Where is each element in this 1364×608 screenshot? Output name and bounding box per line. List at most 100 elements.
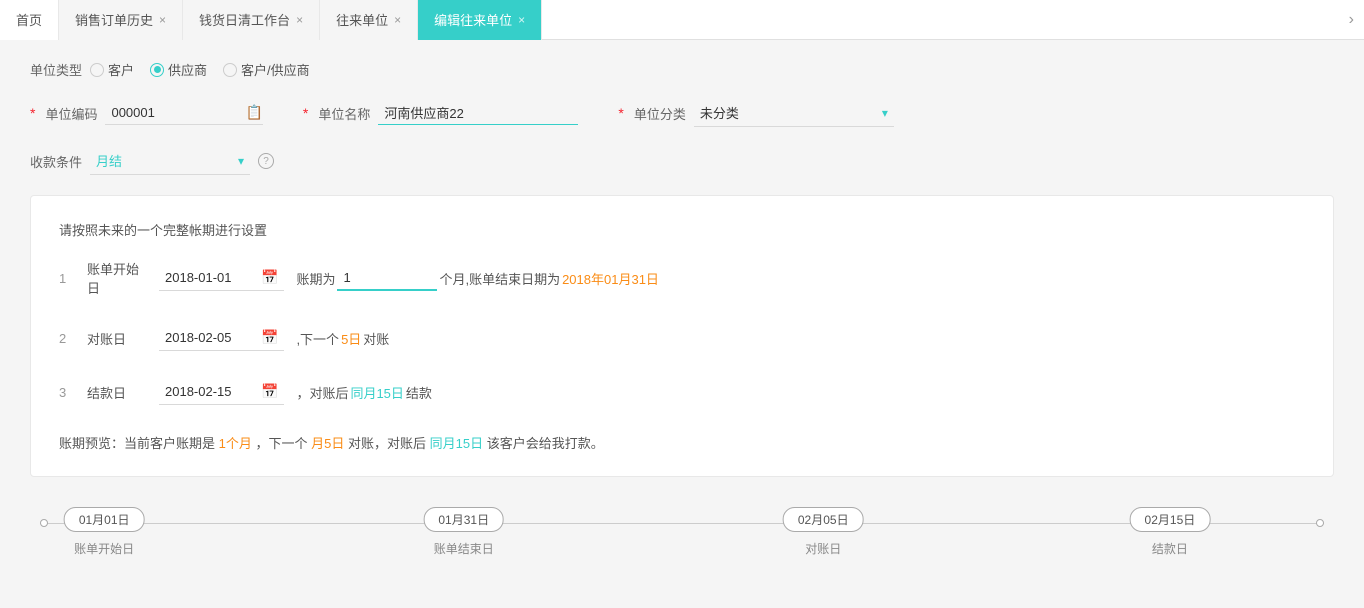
row-desc-2: ,下一个 5日 对账 (296, 329, 389, 348)
copy-icon[interactable]: 📋 (245, 104, 262, 121)
unit-type-group: 单位类型 客户 供应商 客户/供应商 (30, 60, 310, 79)
tab-partners-label: 往来单位 (336, 10, 388, 29)
tab-daily-work-close[interactable]: × (296, 14, 303, 26)
payment-date-input-wrap: 📅 (159, 379, 284, 405)
start-date-input[interactable] (165, 270, 255, 285)
radio-customer-circle (90, 63, 104, 77)
payment-help-icon[interactable]: ? (258, 153, 274, 169)
tab-sales-history-close[interactable]: × (159, 14, 166, 26)
timeline-track: 01月01日 账单开始日 01月31日 账单结束日 02月05日 对账日 02月… (40, 507, 1324, 567)
unit-info-row: * 单位编码 📋 * 单位名称 * 单位分类 未分类 ▾ (30, 99, 1334, 127)
unit-code-star: * (30, 105, 35, 121)
unit-category-select[interactable]: 未分类 ▾ (694, 99, 894, 127)
row-desc-1: 账期为 个月,账单结束日期为 2018年01月31日 (296, 266, 658, 291)
radio-both-label: 客户/供应商 (241, 60, 310, 79)
node-pill-3: 02月05日 (783, 507, 864, 532)
tab-edit-partner-label: 编辑往来单位 (434, 10, 512, 29)
tab-scroll-right[interactable]: › (1339, 11, 1364, 29)
recon-day-highlight: 5日 (341, 329, 361, 348)
timeline-node-4: 02月15日 结款日 (1130, 507, 1211, 557)
payment-label: 收款条件 (30, 152, 82, 171)
timeline-start-dot (40, 519, 48, 527)
radio-supplier-circle (150, 63, 164, 77)
radio-customer[interactable]: 客户 (90, 60, 134, 79)
tab-daily-work-label: 钱货日清工作台 (199, 10, 290, 29)
tab-partners-close[interactable]: × (394, 14, 401, 26)
recon-date-input-wrap: 📅 (159, 325, 284, 351)
row-number-3: 3 (59, 385, 75, 400)
row-number-1: 1 (59, 271, 75, 286)
row-label-3: 结款日 (87, 383, 147, 402)
unit-name-input[interactable] (378, 101, 578, 125)
start-date-calendar-icon[interactable]: 📅 (261, 269, 278, 286)
recon-date-calendar-icon[interactable]: 📅 (261, 329, 278, 346)
timeline-node-3: 02月05日 对账日 (783, 507, 864, 557)
preview-mid1: ，下一个 (256, 436, 308, 451)
timeline-node-1: 01月01日 账单开始日 (64, 507, 145, 557)
tab-partners[interactable]: 往来单位 × (320, 0, 418, 40)
unit-code-label: 单位编码 (45, 104, 97, 123)
settings-box: 请按照未来的一个完整帐期进行设置 1 账单开始日 📅 账期为 个月,账单结束日期… (30, 195, 1334, 477)
unit-category-arrow: ▾ (882, 106, 888, 120)
preview-text: 账期预览：当前客户账期是 1个月 ，下一个 月5日 对账，对账后 同月15日 该… (59, 433, 1305, 452)
unit-name-star: * (303, 105, 308, 121)
setting-row-3: 3 结款日 📅 ，对账后 同月15日 结款 (59, 379, 1305, 405)
recon-prefix: ,下一个 (296, 329, 339, 348)
payment-date-input[interactable] (165, 384, 255, 399)
tab-home-label: 首页 (16, 10, 42, 29)
row-label-1: 账单开始日 (87, 259, 147, 297)
unit-code-input[interactable] (105, 101, 245, 124)
radio-group: 客户 供应商 客户/供应商 (90, 60, 310, 79)
unit-category-star: * (618, 105, 623, 121)
row-label-2: 对账日 (87, 329, 147, 348)
payment-suffix: 结款 (406, 383, 432, 402)
unit-name-label: 单位名称 (318, 104, 370, 123)
unit-category-group: * 单位分类 未分类 ▾ (618, 99, 893, 127)
payment-value: 月结 (96, 151, 234, 170)
node-sub-1: 账单开始日 (74, 540, 134, 557)
unit-code-group: * 单位编码 📋 (30, 101, 263, 125)
payment-group: 收款条件 月结 ▾ ? (30, 147, 274, 175)
payment-row: 收款条件 月结 ▾ ? (30, 147, 1334, 175)
preview-suffix: 该客户会给我打款。 (487, 436, 604, 451)
payment-date-calendar-icon[interactable]: 📅 (261, 383, 278, 400)
payment-prefix: ，对账后 (296, 383, 348, 402)
preview-prefix: 账期预览：当前客户账期是 (59, 436, 215, 451)
tab-sales-history[interactable]: 销售订单历史 × (59, 0, 183, 40)
unit-type-row: 单位类型 客户 供应商 客户/供应商 (30, 60, 1334, 79)
radio-both-circle (223, 63, 237, 77)
radio-customer-label: 客户 (108, 60, 134, 79)
unit-code-input-wrap: 📋 (105, 101, 262, 125)
tab-edit-partner[interactable]: 编辑往来单位 × (418, 0, 542, 40)
preview-recon-day: 月5日 (311, 436, 344, 451)
unit-name-group: * 单位名称 (303, 101, 578, 125)
node-sub-4: 结款日 (1152, 540, 1188, 557)
node-pill-2: 01月31日 (423, 507, 504, 532)
unit-category-label: 单位分类 (634, 104, 686, 123)
preview-mid2: 对账，对账后 (348, 436, 426, 451)
timeline-end-dot (1316, 519, 1324, 527)
radio-supplier[interactable]: 供应商 (150, 60, 207, 79)
node-pill-1: 01月01日 (64, 507, 145, 532)
start-date-input-wrap: 📅 (159, 265, 284, 291)
row-desc-3: ，对账后 同月15日 结款 (296, 383, 432, 402)
tab-daily-work[interactable]: 钱货日清工作台 × (183, 0, 320, 40)
period-suffix: 个月,账单结束日期为 (439, 269, 560, 288)
tab-home[interactable]: 首页 (0, 0, 59, 40)
node-sub-3: 对账日 (805, 540, 841, 557)
end-date-highlight: 2018年01月31日 (562, 269, 659, 288)
radio-both[interactable]: 客户/供应商 (223, 60, 310, 79)
recon-suffix: 对账 (363, 329, 389, 348)
row-number-2: 2 (59, 331, 75, 346)
payment-day-highlight: 同月15日 (350, 383, 403, 402)
preview-payment-day: 同月15日 (430, 436, 483, 451)
period-input[interactable] (337, 266, 437, 291)
unit-category-value: 未分类 (700, 103, 878, 122)
node-pill-4: 02月15日 (1130, 507, 1211, 532)
payment-select[interactable]: 月结 ▾ (90, 147, 250, 175)
main-content: 单位类型 客户 供应商 客户/供应商 * 单位编码 (0, 40, 1364, 608)
payment-arrow: ▾ (238, 154, 244, 168)
unit-type-label: 单位类型 (30, 60, 82, 79)
tab-edit-partner-close[interactable]: × (518, 14, 525, 26)
recon-date-input[interactable] (165, 330, 255, 345)
